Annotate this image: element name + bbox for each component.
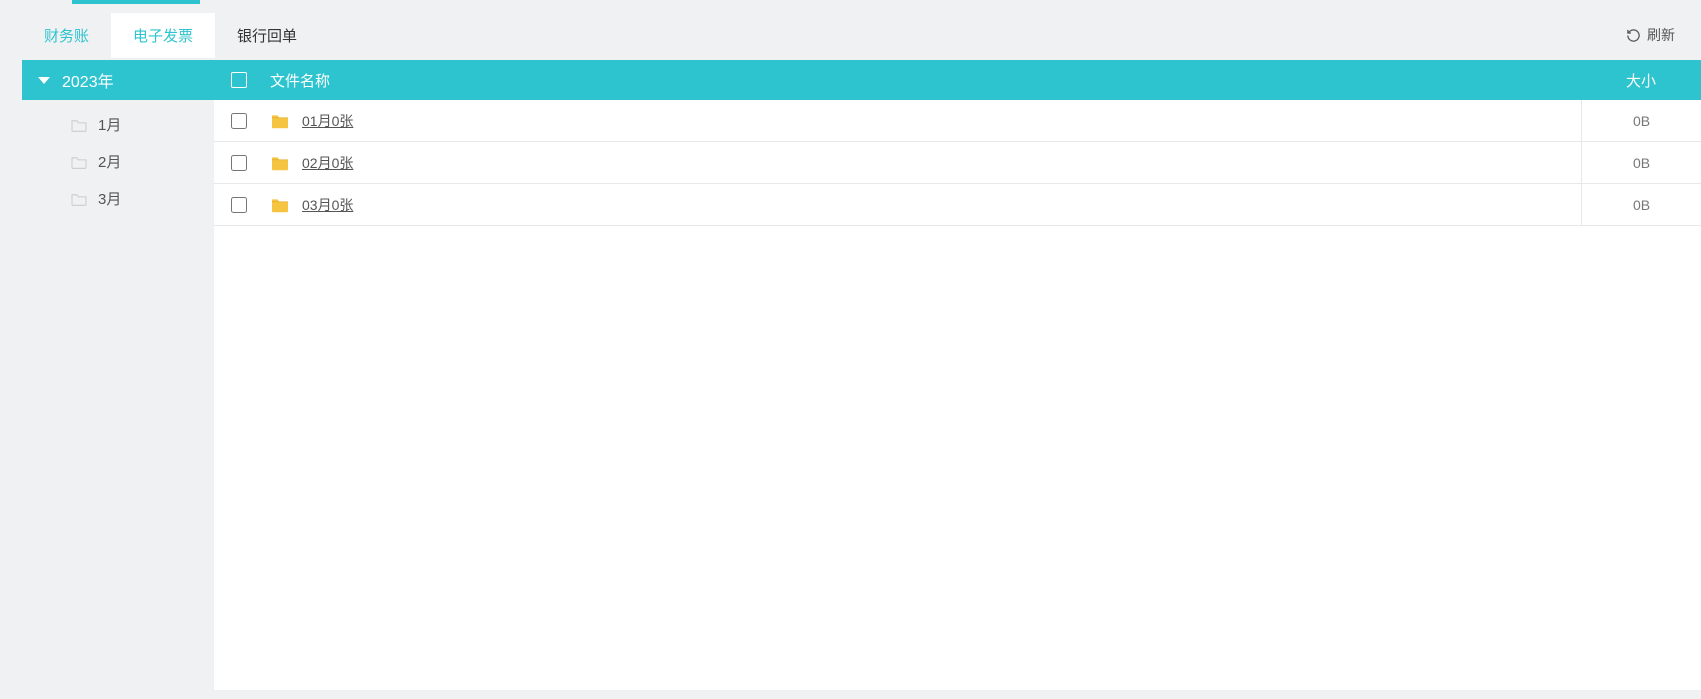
row-checkbox[interactable] bbox=[231, 155, 247, 171]
folder-icon bbox=[70, 192, 88, 206]
row-checkbox[interactable] bbox=[231, 197, 247, 213]
folder-icon bbox=[270, 155, 290, 171]
sidebar: 2023年 1月 2月 bbox=[0, 60, 214, 223]
file-link[interactable]: 03月0张 bbox=[302, 195, 353, 215]
sidebar-month-item[interactable]: 3月 bbox=[0, 180, 214, 217]
app-container: 财务账 电子发票 银行回单 刷新 2023年 1月 bbox=[0, 0, 1701, 690]
row-checkbox-cell bbox=[214, 197, 264, 213]
refresh-button[interactable]: 刷新 bbox=[1616, 19, 1685, 51]
table-row: 03月0张 0B bbox=[214, 184, 1701, 226]
tab-finance[interactable]: 财务账 bbox=[22, 13, 111, 58]
row-checkbox[interactable] bbox=[231, 113, 247, 129]
header-size: 大小 bbox=[1581, 70, 1701, 91]
header-checkbox-cell bbox=[214, 72, 264, 88]
top-accent-bar bbox=[72, 0, 200, 4]
sidebar-year-header[interactable]: 2023年 bbox=[22, 60, 214, 100]
content-panel: 文件名称 大小 01月0张 0B bbox=[214, 60, 1701, 690]
tab-e-invoice[interactable]: 电子发票 bbox=[111, 13, 215, 58]
file-size: 0B bbox=[1581, 184, 1701, 225]
row-checkbox-cell bbox=[214, 113, 264, 129]
row-checkbox-cell bbox=[214, 155, 264, 171]
file-name-cell: 01月0张 bbox=[264, 111, 1581, 131]
folder-icon bbox=[270, 197, 290, 213]
header-bar: 财务账 电子发票 银行回单 刷新 bbox=[0, 10, 1701, 60]
table-row: 02月0张 0B bbox=[214, 142, 1701, 184]
file-name-cell: 03月0张 bbox=[264, 195, 1581, 215]
file-name-cell: 02月0张 bbox=[264, 153, 1581, 173]
file-link[interactable]: 01月0张 bbox=[302, 111, 353, 131]
tabs: 财务账 电子发票 银行回单 bbox=[22, 13, 319, 58]
month-label: 3月 bbox=[98, 188, 121, 209]
file-size: 0B bbox=[1581, 142, 1701, 183]
month-label: 1月 bbox=[98, 114, 121, 135]
refresh-label: 刷新 bbox=[1647, 25, 1675, 45]
refresh-icon bbox=[1626, 28, 1641, 43]
month-list: 1月 2月 3月 bbox=[0, 100, 214, 223]
select-all-checkbox[interactable] bbox=[231, 72, 247, 88]
caret-down-icon bbox=[38, 77, 50, 84]
table-row: 01月0张 0B bbox=[214, 100, 1701, 142]
sidebar-month-item[interactable]: 1月 bbox=[0, 106, 214, 143]
folder-icon bbox=[70, 118, 88, 132]
month-label: 2月 bbox=[98, 151, 121, 172]
folder-icon bbox=[270, 113, 290, 129]
file-link[interactable]: 02月0张 bbox=[302, 153, 353, 173]
main-area: 2023年 1月 2月 bbox=[0, 60, 1701, 690]
table-header: 文件名称 大小 bbox=[214, 60, 1701, 100]
tab-bank-receipt[interactable]: 银行回单 bbox=[215, 13, 319, 58]
header-name: 文件名称 bbox=[264, 70, 1581, 91]
file-size: 0B bbox=[1581, 100, 1701, 141]
folder-icon bbox=[70, 155, 88, 169]
year-label: 2023年 bbox=[62, 68, 114, 92]
sidebar-month-item[interactable]: 2月 bbox=[0, 143, 214, 180]
